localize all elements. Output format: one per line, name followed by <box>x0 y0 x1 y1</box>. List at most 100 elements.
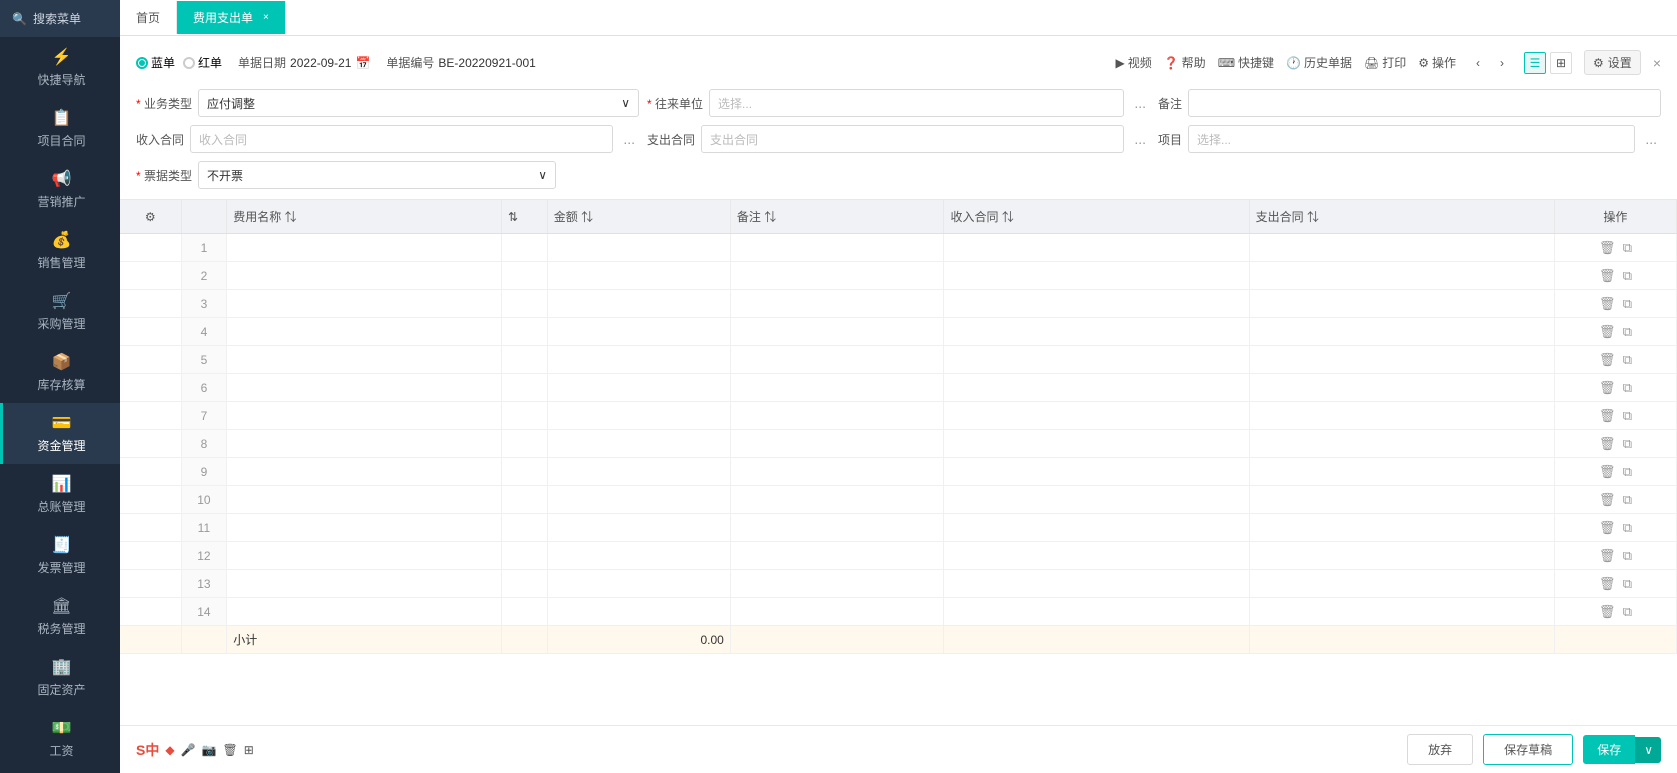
income-contract-cell-1[interactable] <box>944 234 1249 262</box>
expense-contract-cell-14[interactable] <box>1249 598 1554 626</box>
expense-contract-cell-8[interactable] <box>1249 430 1554 458</box>
note-cell-8[interactable] <box>730 430 944 458</box>
delete-btn-9[interactable]: 🗑 <box>1599 464 1616 479</box>
amount-cell-9[interactable] <box>547 458 730 486</box>
expense-contract-cell-13[interactable] <box>1249 570 1554 598</box>
sidebar-item-sales-promo[interactable]: 📢营销推广 <box>0 159 120 220</box>
income-contract-cell-13[interactable] <box>944 570 1249 598</box>
note-cell-10[interactable] <box>730 486 944 514</box>
copy-btn-4[interactable]: ⧉ <box>1623 324 1632 339</box>
expense-name-cell-14[interactable] <box>227 598 502 626</box>
amount-cell-12[interactable] <box>547 542 730 570</box>
income-contract-cell-10[interactable] <box>944 486 1249 514</box>
copy-btn-8[interactable]: ⧉ <box>1623 436 1632 451</box>
sort-icon-amount[interactable]: ⇅ <box>581 210 593 224</box>
copy-btn-9[interactable]: ⧉ <box>1623 464 1632 479</box>
amount-cell-10[interactable] <box>547 486 730 514</box>
note-cell-6[interactable] <box>730 374 944 402</box>
copy-btn-10[interactable]: ⧉ <box>1623 492 1632 507</box>
expense-name-cell-8[interactable] <box>227 430 502 458</box>
delete-btn-10[interactable]: 🗑 <box>1599 492 1616 507</box>
note-cell-12[interactable] <box>730 542 944 570</box>
copy-btn-2[interactable]: ⧉ <box>1623 268 1632 283</box>
copy-btn-12[interactable]: ⧉ <box>1623 548 1632 563</box>
sidebar-item-quick-nav[interactable]: ⚡快捷导航 <box>0 37 120 98</box>
copy-btn-3[interactable]: ⧉ <box>1623 296 1632 311</box>
expense-contract-cell-2[interactable] <box>1249 262 1554 290</box>
copy-btn-13[interactable]: ⧉ <box>1623 576 1632 591</box>
delete-btn-8[interactable]: 🗑 <box>1599 436 1616 451</box>
tab-expense[interactable]: 费用支出单 × <box>177 1 286 34</box>
tab-home[interactable]: 首页 <box>120 1 177 34</box>
amount-cell-11[interactable] <box>547 514 730 542</box>
delete-btn-2[interactable]: 🗑 <box>1599 268 1616 283</box>
delete-btn-11[interactable]: 🗑 <box>1599 520 1616 535</box>
sidebar-item-purchase-mgmt[interactable]: 🛒采购管理 <box>0 281 120 342</box>
invoice-type-select[interactable]: 不开票 ∨ <box>198 161 556 189</box>
sort-icon-expense[interactable]: ⇅ <box>285 210 297 224</box>
next-btn[interactable]: › <box>1492 53 1512 73</box>
income-contract-cell-12[interactable] <box>944 542 1249 570</box>
sidebar-item-invoice-mgmt[interactable]: 🧾发票管理 <box>0 525 120 586</box>
copy-btn-14[interactable]: ⧉ <box>1623 604 1632 619</box>
discard-button[interactable]: 放弃 <box>1407 734 1473 765</box>
delete-btn-1[interactable]: 🗑 <box>1599 240 1616 255</box>
sidebar-search[interactable]: 🔍 搜索菜单 <box>0 0 120 37</box>
calendar-icon[interactable]: 📅 <box>355 56 370 70</box>
expense-contract-cell-4[interactable] <box>1249 318 1554 346</box>
grid-view-btn[interactable]: ⊞ <box>1550 52 1572 74</box>
sidebar-item-salary[interactable]: 💵工资 <box>0 708 120 769</box>
expense-name-cell-7[interactable] <box>227 402 502 430</box>
remark-input[interactable] <box>1188 89 1661 117</box>
expense-contract-cell-5[interactable] <box>1249 346 1554 374</box>
delete-btn-6[interactable]: 🗑 <box>1599 380 1616 395</box>
tab-close-icon[interactable]: × <box>263 12 269 23</box>
sidebar-item-fixed-assets[interactable]: 🏢固定资产 <box>0 647 120 708</box>
income-contract-cell-8[interactable] <box>944 430 1249 458</box>
sidebar-item-ops-mgmt[interactable]: 📈经营管理 <box>0 769 120 773</box>
income-contract-cell-3[interactable] <box>944 290 1249 318</box>
biz-type-select[interactable]: 应付调整 ∨ <box>198 89 639 117</box>
copy-btn-1[interactable]: ⧉ <box>1623 240 1632 255</box>
expense-contract-input[interactable]: 支出合同 <box>701 125 1124 153</box>
sort-icon-note[interactable]: ⇅ <box>764 210 776 224</box>
income-contract-cell-11[interactable] <box>944 514 1249 542</box>
window-close-icon[interactable]: × <box>1653 55 1661 71</box>
copy-btn-6[interactable]: ⧉ <box>1623 380 1632 395</box>
expense-name-cell-5[interactable] <box>227 346 502 374</box>
icon-trash[interactable]: 🗑 <box>222 743 237 757</box>
project-more[interactable]: ... <box>1641 131 1661 147</box>
expense-name-cell-11[interactable] <box>227 514 502 542</box>
sort-icon-income[interactable]: ⇅ <box>1002 210 1014 224</box>
note-cell-3[interactable] <box>730 290 944 318</box>
expense-contract-cell-10[interactable] <box>1249 486 1554 514</box>
expense-contract-more[interactable]: ... <box>1130 131 1150 147</box>
history-btn[interactable]: 🕐 历史单据 <box>1286 54 1352 71</box>
sidebar-item-project-contract[interactable]: 📋项目合同 <box>0 98 120 159</box>
save-main-button[interactable]: 保存 <box>1583 735 1635 764</box>
note-cell-5[interactable] <box>730 346 944 374</box>
note-cell-14[interactable] <box>730 598 944 626</box>
income-contract-cell-14[interactable] <box>944 598 1249 626</box>
save-draft-button[interactable]: 保存草稿 <box>1483 734 1573 765</box>
note-cell-2[interactable] <box>730 262 944 290</box>
expense-name-cell-1[interactable] <box>227 234 502 262</box>
icon-diamond[interactable]: ◆ <box>165 743 174 757</box>
amount-cell-5[interactable] <box>547 346 730 374</box>
print-btn[interactable]: 🖨 打印 <box>1364 54 1406 71</box>
income-contract-cell-9[interactable] <box>944 458 1249 486</box>
settings-btn[interactable]: ⚙ 设置 <box>1584 50 1641 75</box>
note-cell-7[interactable] <box>730 402 944 430</box>
income-contract-cell-5[interactable] <box>944 346 1249 374</box>
date-value[interactable]: 2022-09-21 <box>290 56 351 70</box>
amount-cell-1[interactable] <box>547 234 730 262</box>
amount-cell-6[interactable] <box>547 374 730 402</box>
expense-contract-cell-6[interactable] <box>1249 374 1554 402</box>
amount-cell-8[interactable] <box>547 430 730 458</box>
amount-cell-2[interactable] <box>547 262 730 290</box>
prev-btn[interactable]: ‹ <box>1468 53 1488 73</box>
sidebar-item-inventory[interactable]: 📦库存核算 <box>0 342 120 403</box>
sidebar-item-account-mgmt[interactable]: 📊总账管理 <box>0 464 120 525</box>
video-btn[interactable]: ▶ 视频 <box>1115 54 1151 71</box>
expense-name-cell-2[interactable] <box>227 262 502 290</box>
